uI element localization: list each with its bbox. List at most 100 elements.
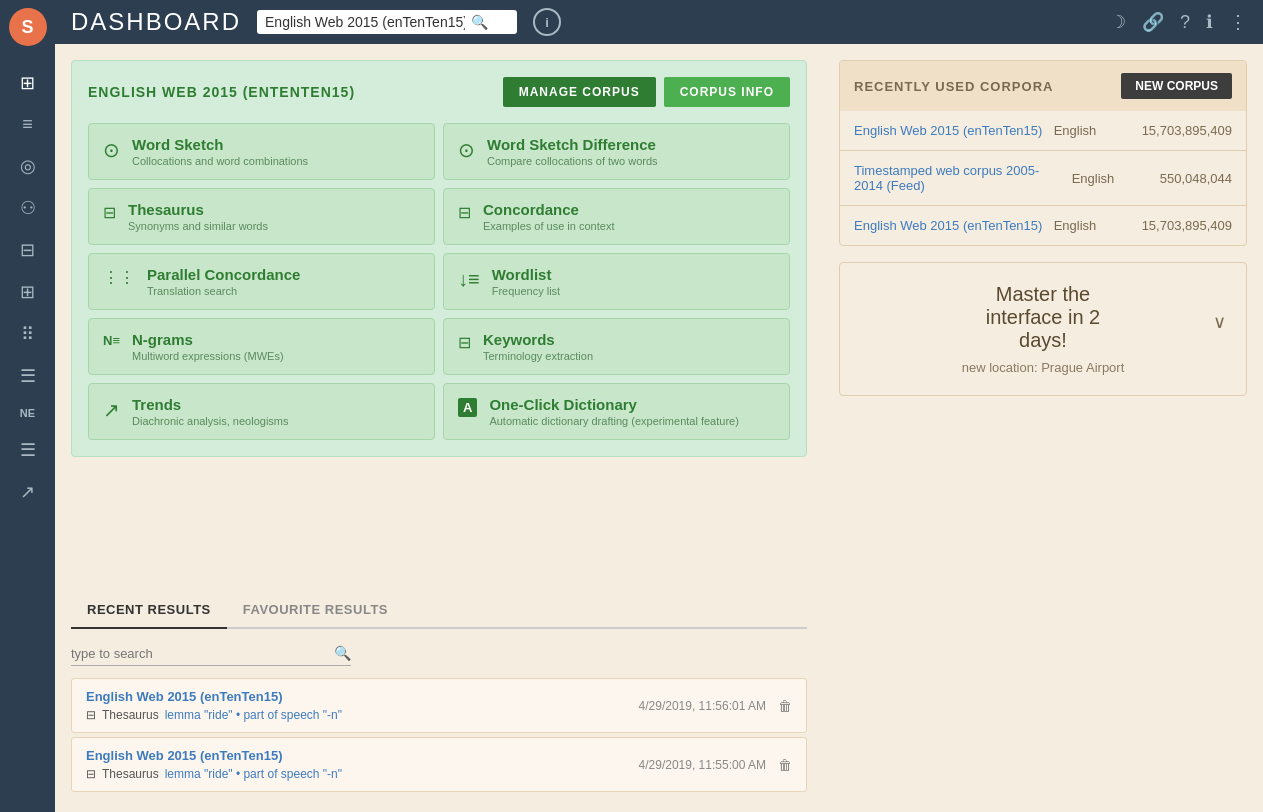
- list-icon: ≡: [22, 114, 33, 135]
- chart-icon: ↗: [20, 481, 35, 503]
- sidebar-item-dots[interactable]: ⠿: [0, 313, 55, 355]
- corpora-section: RECENTLY USED CORPORA NEW CORPUS English…: [839, 60, 1247, 246]
- parallel-concordance-name: Parallel Concordance: [147, 266, 300, 283]
- result-corpus-name: English Web 2015 (enTenTen15): [86, 748, 342, 763]
- tool-trends[interactable]: ↗ Trends Diachronic analysis, neologisms: [88, 383, 435, 440]
- result-right: 4/29/2019, 11:56:01 AM 🗑: [639, 698, 792, 714]
- result-item[interactable]: English Web 2015 (enTenTen15) ⊟ Thesauru…: [71, 678, 807, 733]
- grid-icon: ⊞: [20, 72, 35, 94]
- right-panel: RECENTLY USED CORPORA NEW CORPUS English…: [823, 44, 1263, 812]
- result-meta: lemma "ride" • part of speech "-n": [165, 767, 342, 781]
- link-icon[interactable]: 🔗: [1142, 11, 1164, 33]
- dictionary-icon: A: [458, 398, 477, 417]
- search-icon: 🔍: [471, 14, 488, 30]
- keywords-name: Keywords: [483, 331, 593, 348]
- sidebar-item-chart[interactable]: ↗: [0, 471, 55, 513]
- corpus-name: ENGLISH WEB 2015 (ENTENTEN15): [88, 84, 355, 100]
- concordance-name: Concordance: [483, 201, 614, 218]
- sidebar: S ⊞ ≡ ◎ ⚇ ⊟ ⊞ ⠿ ☰ NE ☰ ↗: [0, 0, 55, 812]
- corpus-list-count: 550,048,044: [1160, 171, 1232, 186]
- notification-icon[interactable]: ℹ: [1206, 11, 1213, 33]
- result-type-icon: ⊟: [86, 767, 96, 781]
- manage-corpus-button[interactable]: MANAGE CORPUS: [503, 77, 656, 107]
- tool-concordance[interactable]: ⊟ Concordance Examples of use in context: [443, 188, 790, 245]
- tool-ngrams[interactable]: N≡ N-grams Multiword expressions (MWEs): [88, 318, 435, 375]
- delete-result-icon[interactable]: 🗑: [778, 757, 792, 773]
- corpora-list: English Web 2015 (enTenTen15) English 15…: [840, 111, 1246, 245]
- promo-header: Master the interface in 2 days! ∨: [860, 283, 1226, 360]
- tool-grid: ⊙ Word Sketch Collocations and word comb…: [88, 123, 790, 440]
- main-area: DASHBOARD 🔍 i ☽ 🔗 ? ℹ ⋮ ENGLISH WEB 2015…: [55, 0, 1263, 812]
- sidebar-logo[interactable]: S: [9, 8, 47, 46]
- sidebar-item-layers[interactable]: ⊞: [0, 271, 55, 313]
- corpora-title: RECENTLY USED CORPORA: [854, 79, 1053, 94]
- menu-icon[interactable]: ⋮: [1229, 11, 1247, 33]
- dictionary-desc: Automatic dictionary drafting (experimen…: [489, 415, 738, 427]
- circle-icon: ◎: [20, 155, 36, 177]
- lines-icon: ⊟: [20, 239, 35, 261]
- result-time: 4/29/2019, 11:56:01 AM: [639, 699, 766, 713]
- corpus-card: ENGLISH WEB 2015 (ENTENTEN15) MANAGE COR…: [71, 60, 807, 457]
- word-sketch-diff-desc: Compare collocations of two words: [487, 155, 658, 167]
- parallel-concordance-icon: ⋮⋮: [103, 268, 135, 287]
- header-icons: ☽ 🔗 ? ℹ ⋮: [1110, 11, 1247, 33]
- tool-parallel-concordance[interactable]: ⋮⋮ Parallel Concordance Translation sear…: [88, 253, 435, 310]
- sidebar-item-list[interactable]: ≡: [0, 104, 55, 145]
- tool-word-sketch[interactable]: ⊙ Word Sketch Collocations and word comb…: [88, 123, 435, 180]
- ngrams-icon: N≡: [103, 333, 120, 348]
- sidebar-item-circle[interactable]: ◎: [0, 145, 55, 187]
- corpus-list-count: 15,703,895,409: [1142, 218, 1232, 233]
- tool-thesaurus[interactable]: ⊟ Thesaurus Synonyms and similar words: [88, 188, 435, 245]
- dictionary-name: One-Click Dictionary: [489, 396, 738, 413]
- new-corpus-button[interactable]: NEW CORPUS: [1121, 73, 1232, 99]
- corpus-list-lang: English: [1054, 123, 1134, 138]
- tool-keywords[interactable]: ⊟ Keywords Terminology extraction: [443, 318, 790, 375]
- corpus-list-item[interactable]: English Web 2015 (enTenTen15) English 15…: [840, 206, 1246, 245]
- sidebar-item-dashboard[interactable]: ⊞: [0, 62, 55, 104]
- list2-icon: ☰: [20, 365, 36, 387]
- corpus-list-name: English Web 2015 (enTenTen15): [854, 123, 1046, 138]
- chevron-down-icon[interactable]: ∨: [1213, 311, 1226, 333]
- help-icon[interactable]: ?: [1180, 12, 1190, 33]
- word-sketch-icon: ⊙: [103, 138, 120, 162]
- tool-word-sketch-diff[interactable]: ⊙ Word Sketch Difference Compare colloca…: [443, 123, 790, 180]
- corpus-list-item[interactable]: English Web 2015 (enTenTen15) English 15…: [840, 111, 1246, 151]
- corpus-list-count: 15,703,895,409: [1142, 123, 1232, 138]
- wordlist-icon: ↓≡: [458, 268, 480, 291]
- tab-recent-results[interactable]: RECENT RESULTS: [71, 592, 227, 629]
- corpus-info-button[interactable]: CORPUS INFO: [664, 77, 790, 107]
- info-icon[interactable]: i: [533, 8, 561, 36]
- tool-wordlist[interactable]: ↓≡ Wordlist Frequency list: [443, 253, 790, 310]
- word-sketch-name: Word Sketch: [132, 136, 308, 153]
- result-right: 4/29/2019, 11:55:00 AM 🗑: [639, 757, 792, 773]
- sidebar-item-ne[interactable]: NE: [0, 397, 55, 429]
- search-input[interactable]: [265, 14, 465, 30]
- header: DASHBOARD 🔍 i ☽ 🔗 ? ℹ ⋮: [55, 0, 1263, 44]
- dots-icon: ⠿: [21, 323, 34, 345]
- delete-result-icon[interactable]: 🗑: [778, 698, 792, 714]
- promo-section: Master the interface in 2 days! ∨ new lo…: [839, 262, 1247, 396]
- word-sketch-desc: Collocations and word combinations: [132, 155, 308, 167]
- tab-favourite-results[interactable]: FAVOURITE RESULTS: [227, 592, 404, 627]
- result-item[interactable]: English Web 2015 (enTenTen15) ⊟ Thesauru…: [71, 737, 807, 792]
- moon-icon[interactable]: ☽: [1110, 11, 1126, 33]
- corpus-card-header: ENGLISH WEB 2015 (ENTENTEN15) MANAGE COR…: [88, 77, 790, 107]
- tool-one-click-dictionary[interactable]: A One-Click Dictionary Automatic diction…: [443, 383, 790, 440]
- sidebar-item-person[interactable]: ⚇: [0, 187, 55, 229]
- sidebar-item-lines3[interactable]: ☰: [0, 429, 55, 471]
- promo-sub: new location: Prague Airport: [860, 360, 1226, 375]
- thesaurus-desc: Synonyms and similar words: [128, 220, 268, 232]
- concordance-desc: Examples of use in context: [483, 220, 614, 232]
- results-search-icon: 🔍: [334, 645, 351, 661]
- corpus-buttons: MANAGE CORPUS CORPUS INFO: [503, 77, 790, 107]
- layers-icon: ⊞: [20, 281, 35, 303]
- result-corpus-name: English Web 2015 (enTenTen15): [86, 689, 342, 704]
- results-search-box[interactable]: 🔍: [71, 645, 351, 666]
- sidebar-item-list2[interactable]: ☰: [0, 355, 55, 397]
- search-box[interactable]: 🔍: [257, 10, 517, 34]
- person-icon: ⚇: [20, 197, 36, 219]
- sidebar-item-lines[interactable]: ⊟: [0, 229, 55, 271]
- corpus-list-item[interactable]: Timestamped web corpus 2005-2014 (Feed) …: [840, 151, 1246, 206]
- results-search-input[interactable]: [71, 646, 334, 661]
- ngrams-name: N-grams: [132, 331, 284, 348]
